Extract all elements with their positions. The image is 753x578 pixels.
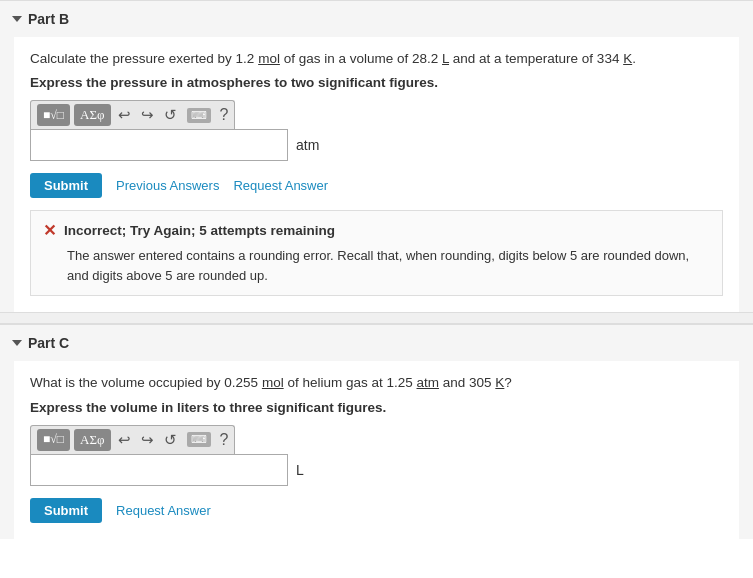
redo-icon-c: ↪ xyxy=(141,431,154,449)
part-c-keyboard-btn[interactable]: ⌨ xyxy=(184,431,214,448)
undo-icon-c: ↩ xyxy=(118,431,131,449)
part-b-redo-btn[interactable]: ↪ xyxy=(138,105,157,125)
part-c-answer-input[interactable] xyxy=(30,454,288,486)
part-c-refresh-btn[interactable]: ↺ xyxy=(161,430,180,450)
part-b-feedback-box: ✕ Incorrect; Try Again; 5 attempts remai… xyxy=(30,210,723,296)
part-c-title: Part C xyxy=(28,335,69,351)
section-divider xyxy=(0,312,753,324)
refresh-icon-c: ↺ xyxy=(164,431,177,449)
keyboard-icon: ⌨ xyxy=(187,108,211,123)
part-b-collapse-icon[interactable] xyxy=(12,16,22,22)
part-b-feedback-title: Incorrect; Try Again; 5 attempts remaini… xyxy=(64,223,335,238)
part-b-section: Part B Calculate the pressure exerted by… xyxy=(0,0,753,312)
part-c-help-icon[interactable]: ? xyxy=(220,431,229,449)
part-c-symbol-btn[interactable]: ΑΣφ xyxy=(74,429,110,451)
part-b-input-area: ■√□ ΑΣφ ↩ ↪ ↺ ⌨ ? xyxy=(30,100,723,161)
part-b-instruction: Express the pressure in atmospheres to t… xyxy=(30,75,723,90)
part-b-header: Part B xyxy=(14,11,739,37)
part-c-answer-row: L xyxy=(30,454,304,486)
part-c-unit: L xyxy=(296,462,304,478)
part-b-help-icon[interactable]: ? xyxy=(220,106,229,124)
part-b-unit: atm xyxy=(296,137,319,153)
part-b-previous-answers-link[interactable]: Previous Answers xyxy=(116,178,219,193)
part-b-symbol-btn[interactable]: ΑΣφ xyxy=(74,104,110,126)
part-c-header: Part C xyxy=(14,335,739,361)
incorrect-icon: ✕ xyxy=(43,221,56,240)
part-b-feedback-body: The answer entered contains a rounding e… xyxy=(67,246,710,285)
part-b-toolbar: ■√□ ΑΣφ ↩ ↪ ↺ ⌨ ? xyxy=(30,100,235,129)
part-c-undo-btn[interactable]: ↩ xyxy=(115,430,134,450)
part-c-section: Part C What is the volume occupied by 0.… xyxy=(0,324,753,538)
part-c-toolbar: ■√□ ΑΣφ ↩ ↪ ↺ ⌨ ? xyxy=(30,425,235,454)
sqrt-icon-c: ■√□ xyxy=(43,432,64,447)
part-c-request-answer-link[interactable]: Request Answer xyxy=(116,503,211,518)
part-b-keyboard-btn[interactable]: ⌨ xyxy=(184,107,214,124)
part-c-collapse-icon[interactable] xyxy=(12,340,22,346)
part-b-refresh-btn[interactable]: ↺ xyxy=(161,105,180,125)
part-c-submit-row: Submit Request Answer xyxy=(30,498,723,523)
part-b-answer-input[interactable] xyxy=(30,129,288,161)
keyboard-icon-c: ⌨ xyxy=(187,432,211,447)
refresh-icon: ↺ xyxy=(164,106,177,124)
part-b-undo-btn[interactable]: ↩ xyxy=(115,105,134,125)
part-c-input-area: ■√□ ΑΣφ ↩ ↪ ↺ ⌨ ? xyxy=(30,425,723,486)
part-b-submit-row: Submit Previous Answers Request Answer xyxy=(30,173,723,198)
undo-icon: ↩ xyxy=(118,106,131,124)
part-c-content: What is the volume occupied by 0.255 mol… xyxy=(14,361,739,538)
part-b-content: Calculate the pressure exerted by 1.2 mo… xyxy=(14,37,739,312)
part-b-sqrt-btn[interactable]: ■√□ xyxy=(37,104,70,126)
part-c-redo-btn[interactable]: ↪ xyxy=(138,430,157,450)
part-b-request-answer-link[interactable]: Request Answer xyxy=(233,178,328,193)
sqrt-icon: ■√□ xyxy=(43,108,64,123)
part-b-title: Part B xyxy=(28,11,69,27)
part-b-feedback-header: ✕ Incorrect; Try Again; 5 attempts remai… xyxy=(43,221,710,240)
part-c-instruction: Express the volume in liters to three si… xyxy=(30,400,723,415)
redo-icon: ↪ xyxy=(141,106,154,124)
part-c-submit-btn[interactable]: Submit xyxy=(30,498,102,523)
part-c-sqrt-btn[interactable]: ■√□ xyxy=(37,429,70,451)
part-b-submit-btn[interactable]: Submit xyxy=(30,173,102,198)
part-c-question: What is the volume occupied by 0.255 mol… xyxy=(30,373,723,393)
part-b-answer-row: atm xyxy=(30,129,319,161)
part-b-question: Calculate the pressure exerted by 1.2 mo… xyxy=(30,49,723,69)
